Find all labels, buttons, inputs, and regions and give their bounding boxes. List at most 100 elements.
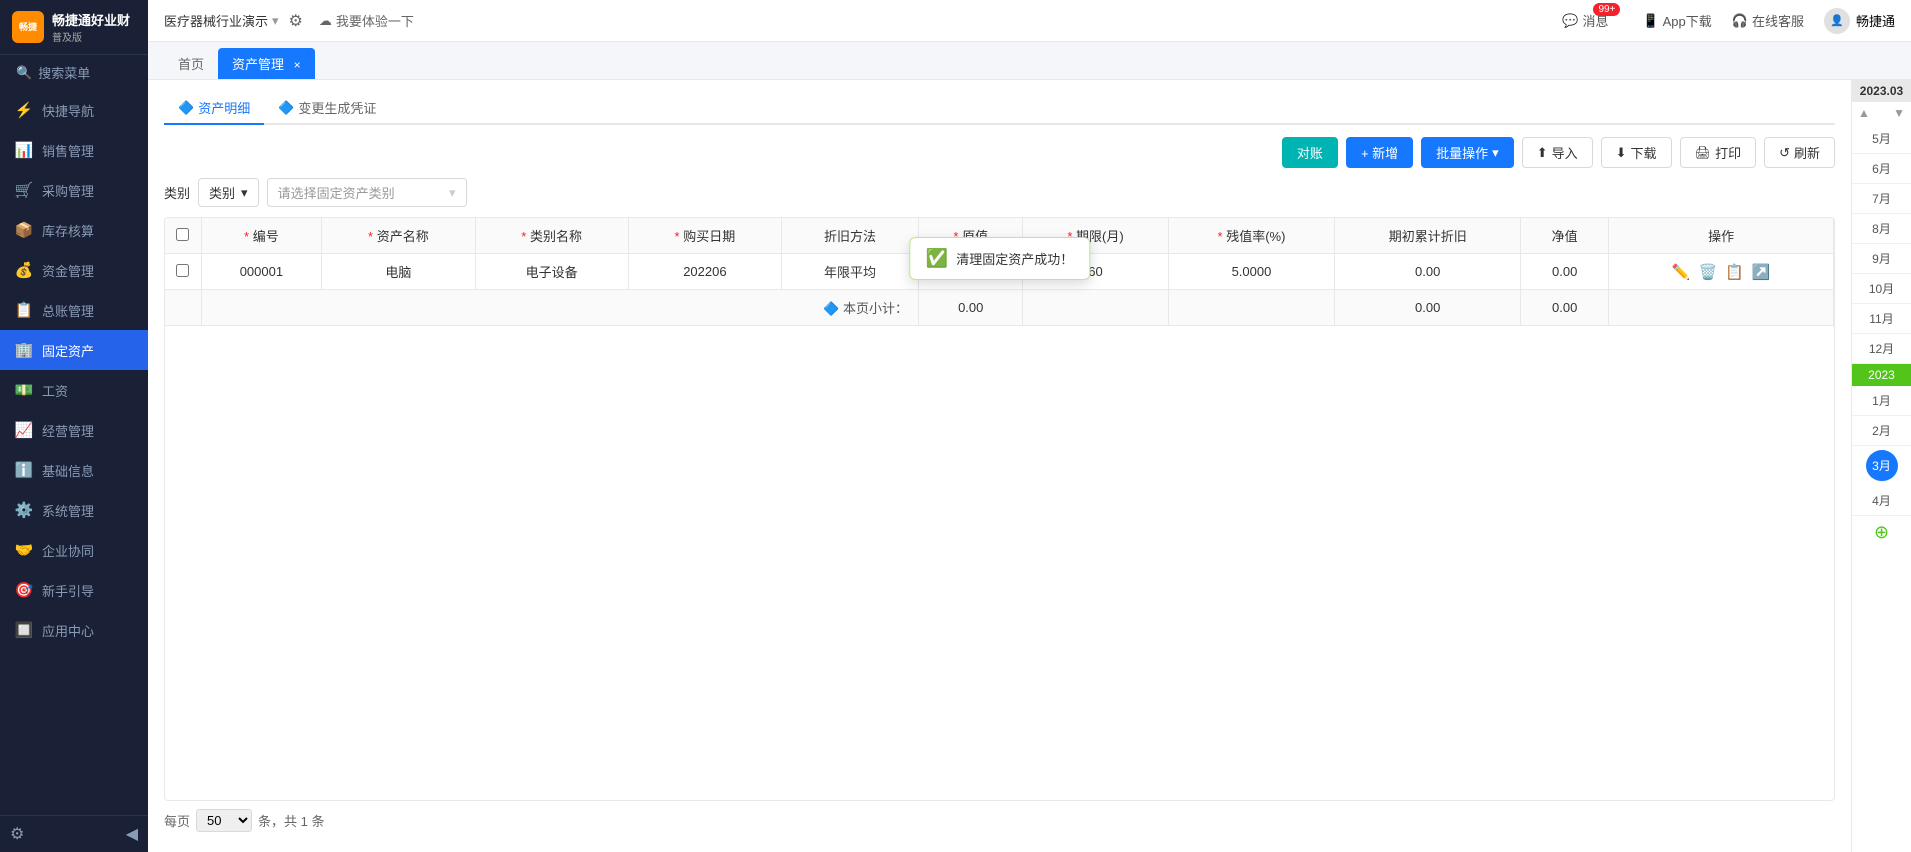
experience-button[interactable]: ☁ 我要体验一下: [319, 11, 414, 30]
filter-row: 类别 类别 ▾ 请选择固定资产类别 ▾: [164, 178, 1835, 207]
category-type-select[interactable]: 类别 ▾: [198, 178, 259, 207]
tab-home-label: 首页: [178, 57, 204, 72]
collapse-icon[interactable]: ◀: [126, 824, 138, 844]
col-id-header: * 编号: [201, 218, 322, 254]
print-button[interactable]: 🖨 打印: [1680, 137, 1757, 168]
row-depreciation-method: 年限平均: [782, 254, 919, 290]
sidebar-item-inventory[interactable]: 📦 库存核算: [0, 210, 148, 250]
sidebar-item-sales[interactable]: 📊 销售管理: [0, 130, 148, 170]
tab-home[interactable]: 首页: [164, 48, 218, 79]
calendar-month-list: 5月 6月 7月 8月 9月 10月 11月 12月 2023 1月 2月 3月…: [1852, 124, 1911, 852]
sidebar-item-basic-info[interactable]: ℹ️ 基础信息: [0, 450, 148, 490]
logo-icon: 畅捷: [12, 11, 44, 43]
batch-ops-button[interactable]: 批量操作 ▾: [1421, 137, 1514, 168]
search-label: 搜索菜单: [38, 63, 90, 82]
company-name: 医疗器械行业演示: [164, 11, 268, 30]
inventory-icon: 📦: [14, 220, 34, 240]
cal-month-9[interactable]: 9月: [1852, 244, 1911, 274]
sidebar-item-finance[interactable]: 💰 资金管理: [0, 250, 148, 290]
sidebar-item-purchase[interactable]: 🛒 采购管理: [0, 170, 148, 210]
sidebar-item-payroll[interactable]: 💵 工资: [0, 370, 148, 410]
online-service-button[interactable]: 🎧 在线客服: [1732, 11, 1804, 30]
cal-month-6[interactable]: 6月: [1852, 154, 1911, 184]
sidebar-item-system[interactable]: ⚙️ 系统管理: [0, 490, 148, 530]
sub-tab-change-voucher[interactable]: 🔷 变更生成凭证: [264, 92, 390, 125]
sub-tab-asset-detail[interactable]: 🔷 资产明细: [164, 92, 264, 125]
per-page-label: 每页: [164, 811, 190, 830]
calendar-panel: 2023.03 ▲ ▼ 5月 6月 7月 8月 9月 10月 11月 12月 2…: [1851, 80, 1911, 852]
quick-nav-icon: ⚡: [14, 100, 34, 120]
service-label: 在线客服: [1752, 11, 1804, 30]
download-label: 下载: [1631, 143, 1657, 162]
copy-icon[interactable]: 📋: [1725, 263, 1744, 281]
select-all-checkbox[interactable]: [176, 228, 189, 241]
per-page-select[interactable]: 50 100: [196, 809, 252, 832]
cal-month-7[interactable]: 7月: [1852, 184, 1911, 214]
download-button[interactable]: ⬇ 下载: [1601, 137, 1672, 168]
category-input[interactable]: 请选择固定资产类别 ▾: [267, 178, 467, 207]
search-icon: 🔍: [16, 65, 32, 81]
calendar-nav: ▲ ▼: [1852, 102, 1911, 124]
row-checkbox[interactable]: [176, 264, 189, 277]
logo-subtitle: 普及版: [52, 29, 130, 44]
sidebar-item-label: 应用中心: [42, 621, 94, 640]
logo-text-block: 畅捷通好业财 普及版: [52, 10, 130, 44]
more-icon[interactable]: ↗️: [1752, 263, 1771, 281]
user-menu[interactable]: 👤 畅捷通: [1824, 8, 1895, 34]
cal-month-11[interactable]: 11月: [1852, 304, 1911, 334]
cal-month-12[interactable]: 12月: [1852, 334, 1911, 364]
calendar-header: 2023.03: [1852, 80, 1911, 102]
new-button[interactable]: + 新增: [1346, 137, 1413, 168]
select-all-header[interactable]: [165, 218, 201, 254]
category-placeholder: 请选择固定资产类别: [278, 183, 395, 202]
sidebar-item-operations[interactable]: 📈 经营管理: [0, 410, 148, 450]
sidebar-footer: ⚙ ◀: [0, 815, 148, 852]
sidebar-item-guide[interactable]: 🎯 新手引导: [0, 570, 148, 610]
row-purchase-date: 202206: [628, 254, 781, 290]
print-label: 打印: [1715, 143, 1741, 162]
cal-month-4[interactable]: 4月: [1852, 486, 1911, 516]
refresh-button[interactable]: ↺ 刷新: [1764, 137, 1835, 168]
cal-month-3[interactable]: 3月: [1866, 450, 1898, 482]
sidebar-item-app-center[interactable]: 🔲 应用中心: [0, 610, 148, 650]
sidebar-item-label: 基础信息: [42, 461, 94, 480]
cal-month-1[interactable]: 1月: [1852, 386, 1911, 416]
row-category: 电子设备: [475, 254, 628, 290]
experience-label: 我要体验一下: [336, 11, 414, 30]
new-label: + 新增: [1361, 143, 1398, 162]
cal-month-8[interactable]: 8月: [1852, 214, 1911, 244]
sidebar-item-ledger[interactable]: 📋 总账管理: [0, 290, 148, 330]
basic-info-icon: ℹ️: [14, 460, 34, 480]
tab-asset-management[interactable]: 资产管理 ×: [218, 48, 315, 79]
import-icon: ⬆: [1537, 145, 1548, 161]
settings-icon[interactable]: ⚙: [10, 824, 24, 844]
row-id: 000001: [201, 254, 322, 290]
tab-close-icon[interactable]: ×: [294, 58, 301, 72]
app-download-button[interactable]: 📱 App下载: [1642, 11, 1711, 30]
subtotal-row: 🔷 本页小计： 0.00 0.00 0.00: [165, 290, 1834, 326]
delete-icon[interactable]: 🗑️: [1698, 263, 1717, 281]
sub-tab-change-voucher-label: 变更生成凭证: [298, 98, 376, 117]
subtotal-net: 0.00: [1521, 290, 1609, 326]
sidebar-item-enterprise[interactable]: 🤝 企业协同: [0, 530, 148, 570]
cal-month-10[interactable]: 10月: [1852, 274, 1911, 304]
company-selector[interactable]: 医疗器械行业演示 ▾: [164, 11, 279, 30]
cal-month-2[interactable]: 2月: [1852, 416, 1911, 446]
message-button[interactable]: 💬 消息 99+: [1562, 11, 1608, 30]
sidebar-item-label: 经营管理: [42, 421, 94, 440]
cal-nav-up[interactable]: ▲: [1858, 106, 1870, 120]
reconcile-button[interactable]: 对账: [1282, 137, 1338, 168]
total-count: 条，共 1 条: [258, 811, 324, 830]
sub-tab-asset-detail-label: 资产明细: [198, 98, 250, 117]
edit-icon[interactable]: ✏️: [1672, 263, 1691, 281]
import-button[interactable]: ⬆ 导入: [1522, 137, 1593, 168]
sidebar-search[interactable]: 🔍 搜索菜单: [0, 55, 148, 90]
expand-circle-icon[interactable]: ⊕: [1874, 522, 1889, 543]
cal-expand-icon[interactable]: ⊕: [1852, 516, 1911, 549]
sidebar-item-fixed-assets[interactable]: 🏢 固定资产: [0, 330, 148, 370]
cal-month-5[interactable]: 5月: [1852, 124, 1911, 154]
cal-nav-down[interactable]: ▼: [1893, 106, 1905, 120]
sidebar-item-quick-nav[interactable]: ⚡ 快捷导航: [0, 90, 148, 130]
row-checkbox-cell[interactable]: [165, 254, 201, 290]
company-settings-icon[interactable]: ⚙: [289, 11, 303, 31]
